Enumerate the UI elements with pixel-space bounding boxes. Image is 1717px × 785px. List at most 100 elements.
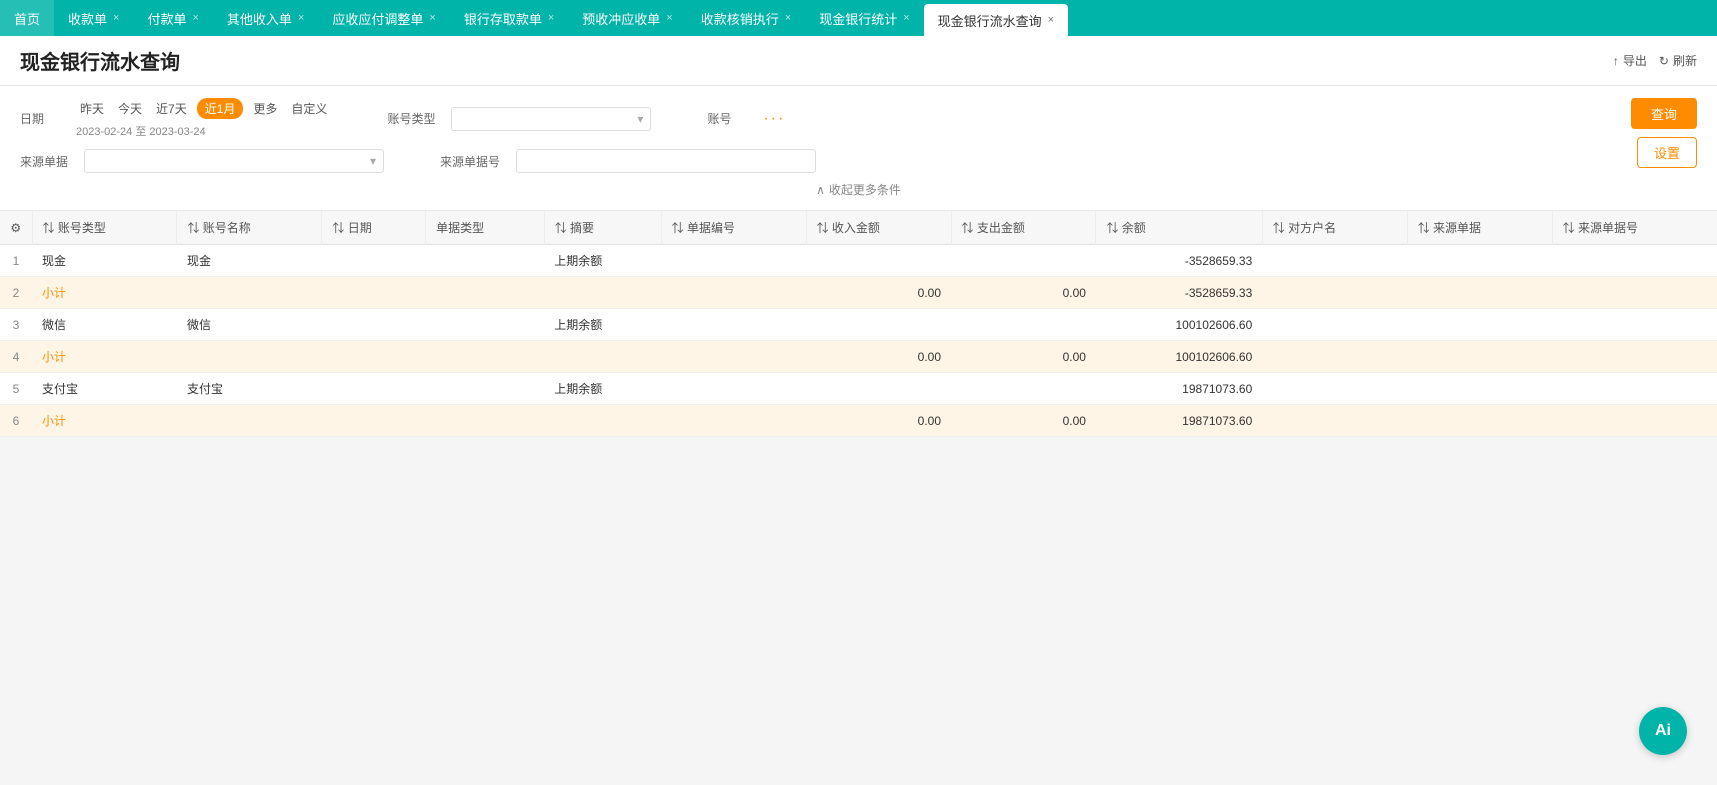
table-cell bbox=[177, 277, 322, 309]
table-cell bbox=[1407, 277, 1552, 309]
filter-row-2: 来源单据 来源单据号 bbox=[20, 149, 1611, 173]
collapse-up-icon: ∧ bbox=[816, 183, 825, 197]
top-nav: 首页 收款单 × 付款单 × 其他收入单 × 应收应付调整单 × 银行存取款单 … bbox=[0, 0, 1717, 36]
shortcut-yesterday[interactable]: 昨天 bbox=[76, 98, 108, 119]
col-income[interactable]: ⇅ 收入金额 bbox=[806, 211, 951, 245]
nav-bank-deposit[interactable]: 银行存取款单 × bbox=[450, 0, 568, 36]
table-cell bbox=[322, 277, 426, 309]
table-cell bbox=[1407, 309, 1552, 341]
table-cell bbox=[951, 309, 1096, 341]
table-cell: 100102606.60 bbox=[1096, 309, 1262, 341]
settings-button[interactable]: 设置 bbox=[1637, 137, 1697, 168]
table-cell bbox=[426, 309, 545, 341]
account-type-select[interactable] bbox=[451, 107, 651, 131]
table-cell: 19871073.60 bbox=[1096, 373, 1262, 405]
close-verify-icon[interactable]: × bbox=[785, 12, 791, 24]
table-cell bbox=[322, 341, 426, 373]
nav-advance[interactable]: 预收冲应收单 × bbox=[568, 0, 686, 36]
table-cell bbox=[1262, 245, 1407, 277]
col-counterpart[interactable]: ⇅ 对方户名 bbox=[1262, 211, 1407, 245]
collapse-button[interactable]: ∧ 收起更多条件 bbox=[816, 181, 901, 198]
shortcut-custom[interactable]: 自定义 bbox=[287, 98, 331, 119]
table-cell: -3528659.33 bbox=[1096, 245, 1262, 277]
source-doc-no-input[interactable] bbox=[516, 149, 816, 173]
close-bank-deposit-icon[interactable]: × bbox=[548, 12, 554, 24]
col-date[interactable]: ⇅ 日期 bbox=[322, 211, 426, 245]
shortcut-1month[interactable]: 近1月 bbox=[197, 98, 244, 119]
table-cell bbox=[951, 245, 1096, 277]
col-doc-no[interactable]: ⇅ 单据编号 bbox=[661, 211, 806, 245]
col-source-doc[interactable]: ⇅ 来源单据 bbox=[1407, 211, 1552, 245]
nav-home[interactable]: 首页 bbox=[0, 0, 54, 36]
table-cell bbox=[661, 309, 806, 341]
table-cell: 小计 bbox=[32, 405, 177, 437]
close-payment-icon[interactable]: × bbox=[192, 12, 198, 24]
table-cell: 上期余额 bbox=[544, 309, 661, 341]
table-cell bbox=[1552, 309, 1717, 341]
account-dots-button[interactable]: ··· bbox=[763, 110, 785, 128]
table-container: ⚙ ⇅ 账号类型 ⇅ 账号名称 ⇅ 日期 单据类型 ⇅ 摘要 ⇅ 单据编号 ⇅ … bbox=[0, 211, 1717, 437]
page-title: 现金银行流水查询 bbox=[20, 46, 180, 75]
col-gear[interactable]: ⚙ bbox=[0, 211, 32, 245]
table-body: 1现金现金上期余额-3528659.332小计0.000.00-3528659.… bbox=[0, 245, 1717, 437]
col-doc-type[interactable]: 单据类型 bbox=[426, 211, 545, 245]
close-advance-icon[interactable]: × bbox=[666, 12, 672, 24]
table-cell: 4 bbox=[0, 341, 32, 373]
nav-verify[interactable]: 收款核销执行 × bbox=[687, 0, 805, 36]
nav-payment[interactable]: 付款单 × bbox=[133, 0, 212, 36]
table-cell bbox=[1552, 341, 1717, 373]
table-cell bbox=[544, 405, 661, 437]
col-expense[interactable]: ⇅ 支出金额 bbox=[951, 211, 1096, 245]
table-cell bbox=[661, 245, 806, 277]
table-cell bbox=[806, 373, 951, 405]
nav-other-income[interactable]: 其他收入单 × bbox=[213, 0, 318, 36]
close-adjustment-icon[interactable]: × bbox=[429, 12, 435, 24]
table-row: 3微信微信上期余额100102606.60 bbox=[0, 309, 1717, 341]
query-button[interactable]: 查询 bbox=[1631, 98, 1697, 129]
table-cell: 0.00 bbox=[951, 277, 1096, 309]
col-summary[interactable]: ⇅ 摘要 bbox=[544, 211, 661, 245]
table-cell: 小计 bbox=[32, 277, 177, 309]
table-cell bbox=[177, 405, 322, 437]
table-cell bbox=[806, 245, 951, 277]
close-receipt-icon[interactable]: × bbox=[113, 12, 119, 24]
table-cell: 小计 bbox=[32, 341, 177, 373]
table-cell: 上期余额 bbox=[544, 373, 661, 405]
col-account-name[interactable]: ⇅ 账号名称 bbox=[177, 211, 322, 245]
shortcut-today[interactable]: 今天 bbox=[114, 98, 146, 119]
nav-flow-query[interactable]: 现金银行流水查询 × bbox=[924, 4, 1068, 36]
nav-receipt[interactable]: 收款单 × bbox=[54, 0, 133, 36]
source-doc-select-wrapper bbox=[84, 149, 384, 173]
close-flow-icon[interactable]: × bbox=[1048, 14, 1054, 26]
table-cell: 0.00 bbox=[951, 341, 1096, 373]
table-cell bbox=[322, 309, 426, 341]
table-cell: 0.00 bbox=[951, 405, 1096, 437]
date-range-display: 2023-02-24 至 2023-03-24 bbox=[76, 123, 331, 139]
table-cell: 5 bbox=[0, 373, 32, 405]
ai-button[interactable]: Ai bbox=[1639, 707, 1687, 755]
col-balance[interactable]: ⇅ 余额 bbox=[1096, 211, 1262, 245]
export-button[interactable]: ↑ 导出 bbox=[1613, 52, 1647, 69]
nav-statistics[interactable]: 现金银行统计 × bbox=[805, 0, 923, 36]
col-account-type[interactable]: ⇅ 账号类型 bbox=[32, 211, 177, 245]
table-head: ⚙ ⇅ 账号类型 ⇅ 账号名称 ⇅ 日期 单据类型 ⇅ 摘要 ⇅ 单据编号 ⇅ … bbox=[0, 211, 1717, 245]
table-cell: -3528659.33 bbox=[1096, 277, 1262, 309]
close-other-income-icon[interactable]: × bbox=[298, 12, 304, 24]
table-cell bbox=[1407, 373, 1552, 405]
filter-right: 查询 设置 bbox=[1631, 98, 1697, 168]
header-actions: ↑ 导出 ↻ 刷新 bbox=[1613, 52, 1697, 69]
table-cell: 1 bbox=[0, 245, 32, 277]
table-cell bbox=[1262, 309, 1407, 341]
close-statistics-icon[interactable]: × bbox=[903, 12, 909, 24]
refresh-button[interactable]: ↻ 刷新 bbox=[1659, 52, 1697, 69]
col-source-doc-no[interactable]: ⇅ 来源单据号 bbox=[1552, 211, 1717, 245]
table-cell: 0.00 bbox=[806, 341, 951, 373]
table-cell: 现金 bbox=[177, 245, 322, 277]
table-cell: 微信 bbox=[177, 309, 322, 341]
nav-adjustment[interactable]: 应收应付调整单 × bbox=[318, 0, 449, 36]
source-doc-no-label: 来源单据号 bbox=[440, 153, 500, 170]
shortcut-more[interactable]: 更多 bbox=[249, 98, 281, 119]
shortcut-7days[interactable]: 近7天 bbox=[152, 98, 191, 119]
source-doc-select[interactable] bbox=[84, 149, 384, 173]
account-type-label: 账号类型 bbox=[387, 110, 435, 127]
